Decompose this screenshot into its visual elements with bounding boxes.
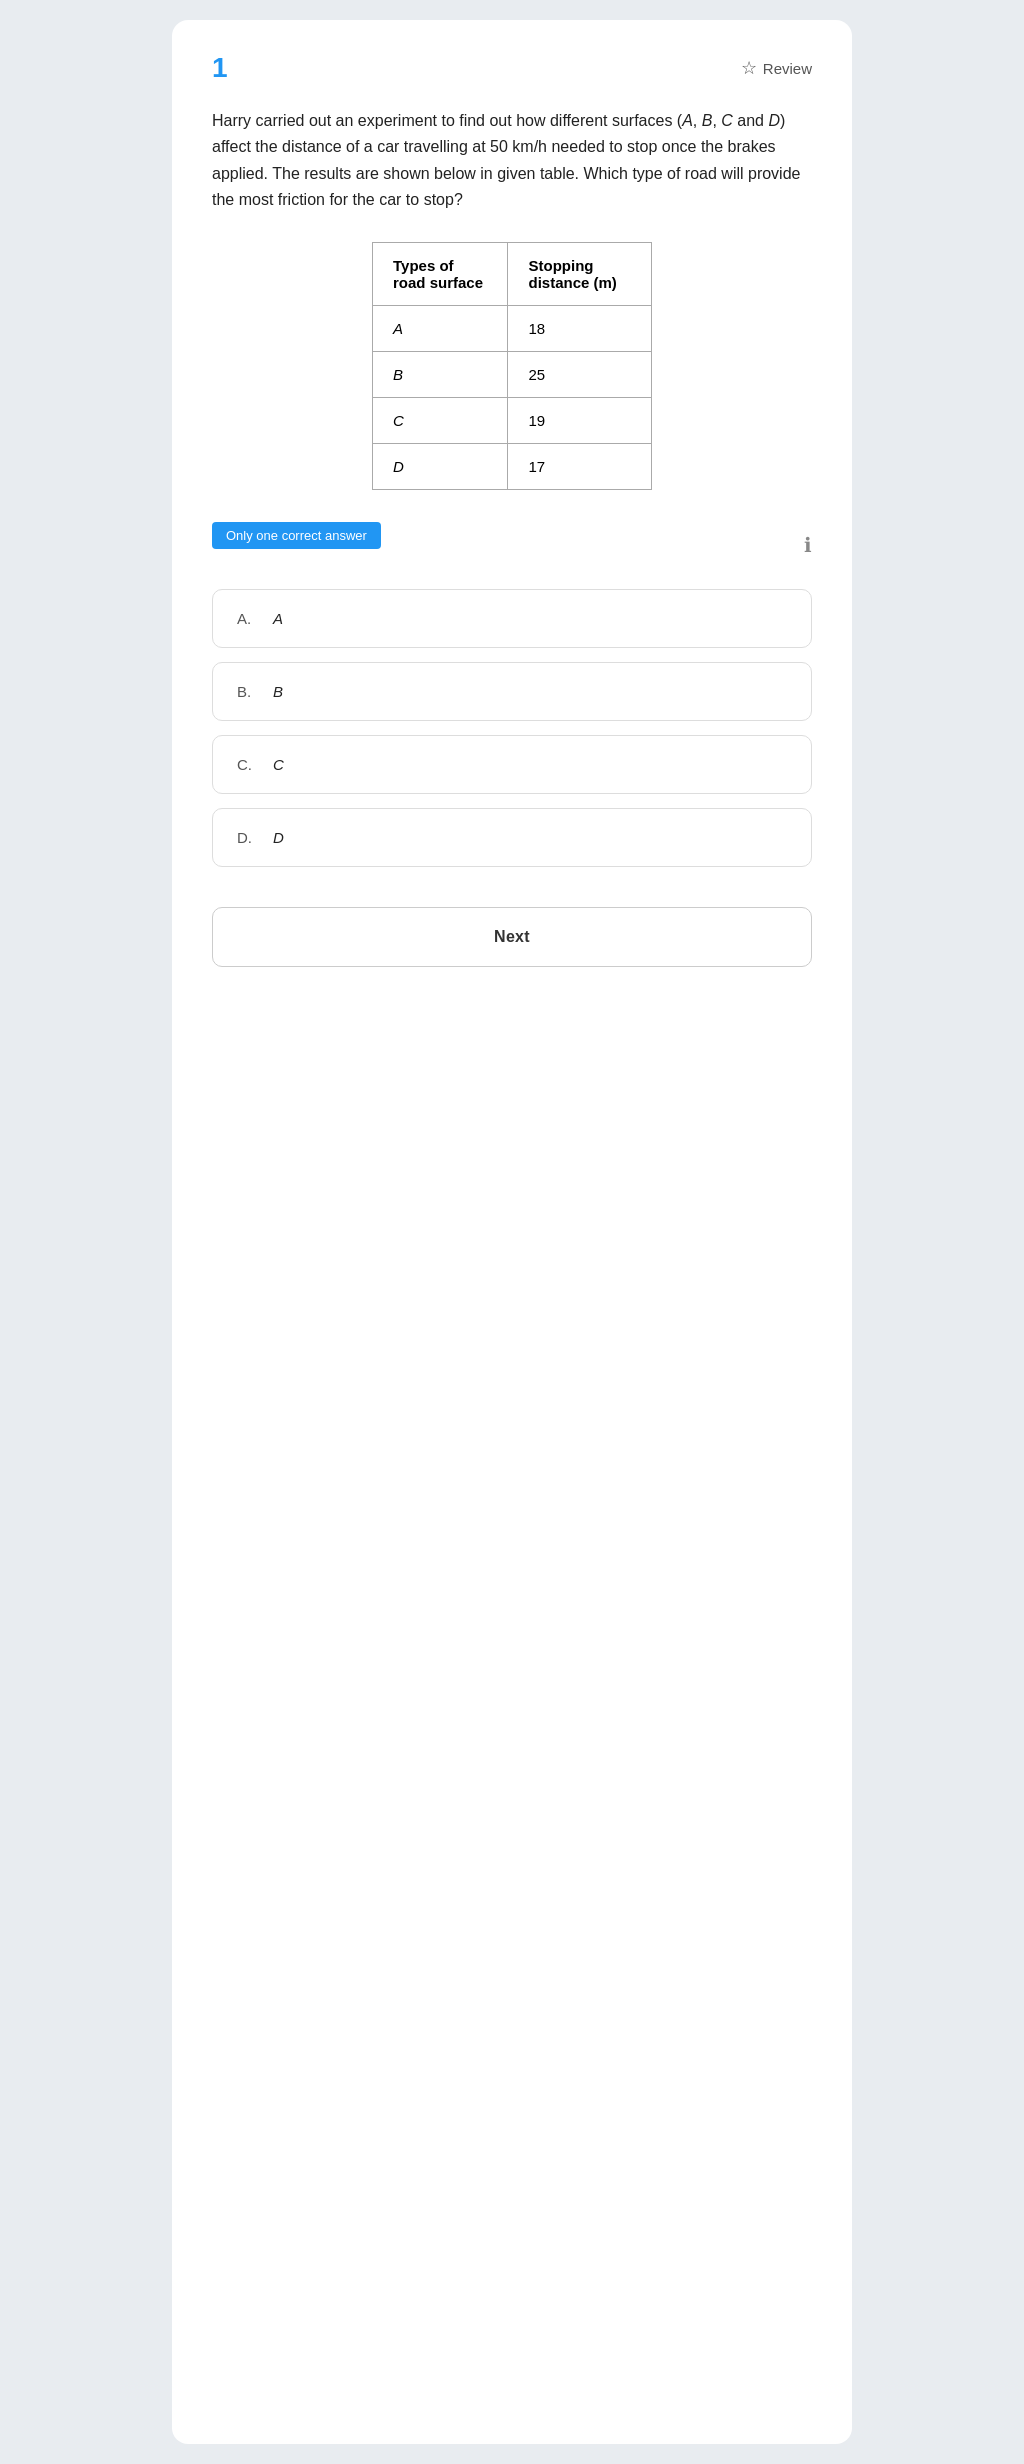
review-button[interactable]: ☆ Review: [741, 57, 812, 79]
data-table: Types of road surface Stopping distance …: [372, 242, 652, 490]
option-c-value: C: [273, 756, 284, 773]
next-button[interactable]: Next: [212, 907, 812, 967]
option-a-label: A.: [237, 610, 257, 627]
table-cell-surface: D: [373, 443, 508, 489]
option-a[interactable]: A. A: [212, 589, 812, 648]
star-icon: ☆: [741, 57, 757, 79]
table-cell-distance: 19: [508, 397, 652, 443]
table-cell-surface: A: [373, 305, 508, 351]
review-label: Review: [763, 60, 812, 77]
question-card: 1 ☆ Review Harry carried out an experime…: [172, 20, 852, 2444]
table-header-distance: Stopping distance (m): [508, 242, 652, 305]
question-number: 1: [212, 52, 228, 84]
option-d-label: D.: [237, 829, 257, 846]
option-c[interactable]: C. C: [212, 735, 812, 794]
answer-type-badge: Only one correct answer: [212, 522, 381, 549]
info-icon[interactable]: ℹ: [804, 533, 812, 557]
option-d[interactable]: D. D: [212, 808, 812, 867]
option-d-value: D: [273, 829, 284, 846]
option-a-value: A: [273, 610, 283, 627]
option-b-value: B: [273, 683, 283, 700]
options-list: A. A B. B C. C D. D: [212, 589, 812, 867]
table-cell-surface: B: [373, 351, 508, 397]
table-header-surface: Types of road surface: [373, 242, 508, 305]
question-text: Harry carried out an experiment to find …: [212, 108, 812, 214]
table-cell-distance: 17: [508, 443, 652, 489]
question-header: 1 ☆ Review: [212, 52, 812, 84]
option-c-label: C.: [237, 756, 257, 773]
option-b-label: B.: [237, 683, 257, 700]
table-cell-distance: 25: [508, 351, 652, 397]
badge-row: Only one correct answer ℹ: [212, 522, 812, 569]
table-cell-distance: 18: [508, 305, 652, 351]
option-b[interactable]: B. B: [212, 662, 812, 721]
table-cell-surface: C: [373, 397, 508, 443]
